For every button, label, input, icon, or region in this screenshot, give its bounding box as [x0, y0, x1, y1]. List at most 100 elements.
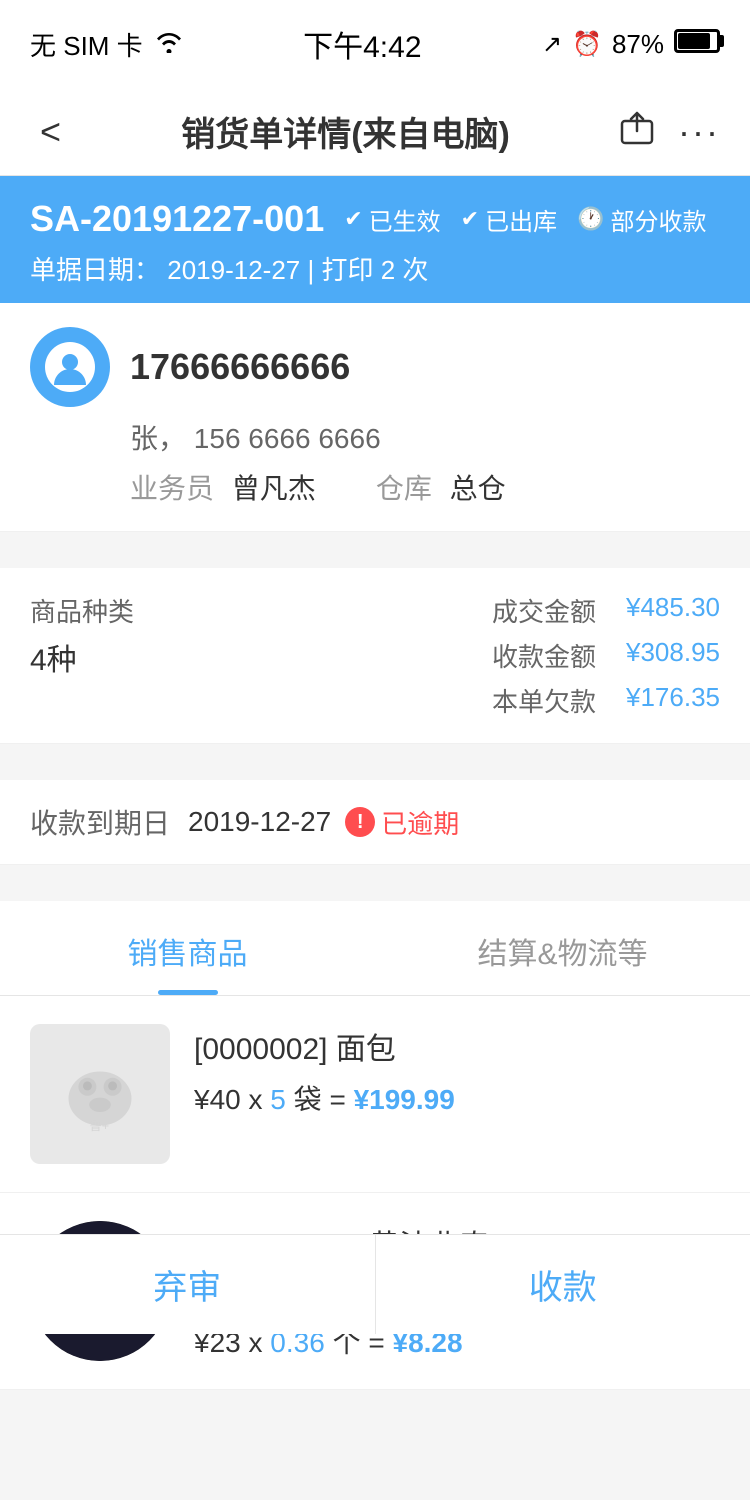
total-price-1: ¥199.99	[354, 1084, 455, 1115]
badge-shipped: ✔ 已出库	[461, 202, 557, 237]
order-date: 2019-12-27	[167, 255, 300, 285]
badge-effective-text: 已生效	[369, 202, 441, 237]
tabs-section: 销售商品 结算&物流等	[0, 901, 750, 996]
time-display: 下午4:42	[303, 22, 421, 66]
customer-phone: 17666666666	[130, 346, 350, 388]
salesperson-group: 业务员 曾凡杰	[130, 467, 316, 507]
warehouse-value: 总仓	[450, 473, 506, 504]
alarm-icon: ⏰	[572, 30, 602, 59]
avatar	[30, 327, 110, 407]
sep-1	[0, 532, 750, 550]
print-label: 打印	[321, 255, 373, 285]
print-count: 2	[381, 255, 395, 285]
equals-1: =	[329, 1084, 353, 1115]
product-title-1: 面包	[336, 1033, 396, 1066]
page-title: 销货单详情(来自电脑)	[181, 107, 510, 156]
badge-partial: 🕐 部分收款	[577, 202, 706, 237]
bottom-spacer	[0, 1390, 750, 1500]
summary-section: 商品种类 4种 成交金额 ¥485.30 收款金额 ¥308.95 本单欠款 ¥…	[0, 568, 750, 744]
customer-contact-phone: 156 6666 6666	[194, 423, 381, 454]
abandon-review-button[interactable]: 弃审	[0, 1235, 376, 1334]
svg-text:鲁+: 鲁+	[89, 1119, 109, 1133]
qty-1: 5	[270, 1084, 286, 1115]
product-info-1: [0000002] 面包 ¥40 x 5 袋 = ¥199.99	[194, 1024, 720, 1118]
base-price-1: ¥40	[194, 1084, 241, 1115]
check-icon-2: ✔	[461, 206, 479, 232]
bottom-bar: 弃审 收款	[0, 1234, 750, 1334]
product-type-count: 4种	[30, 635, 134, 679]
product-code-1: [0000002]	[194, 1033, 327, 1066]
due-date: 2019-12-27	[188, 806, 331, 838]
warehouse-group: 仓库 总仓	[376, 467, 506, 507]
battery-icon	[674, 29, 720, 60]
debt-label: 本单欠款	[492, 682, 596, 719]
debt-row: 本单欠款 ¥176.35	[492, 682, 720, 719]
share-icon[interactable]	[620, 111, 654, 153]
avatar-icon	[45, 342, 95, 392]
status-left: 无 SIM 卡	[30, 26, 183, 63]
tabs-row: 销售商品 结算&物流等	[0, 901, 750, 995]
check-icon-1: ✔	[344, 206, 362, 232]
order-id: SA-20191227-001	[30, 198, 324, 240]
customer-section: 17666666666 张， 156 6666 6666 业务员 曾凡杰 仓库 …	[0, 303, 750, 532]
overdue-badge: ! 已逾期	[345, 804, 459, 841]
tab-sales-label: 销售商品	[128, 938, 248, 971]
badge-effective: ✔ 已生效	[344, 202, 440, 237]
warehouse-label: 仓库	[376, 473, 432, 504]
customer-name-text: 张，	[130, 423, 186, 454]
collect-payment-button[interactable]: 收款	[376, 1235, 750, 1334]
customer-meta-row: 业务员 曾凡杰 仓库 总仓	[130, 467, 720, 507]
status-right: ↗ ⏰ 87%	[542, 29, 720, 60]
product-name-1: [0000002] 面包	[194, 1024, 720, 1068]
banner-row-2: 单据日期： 2019-12-27 | 打印 2 次	[30, 250, 720, 287]
list-item: 鲁+ [0000002] 面包 ¥40 x 5 袋 = ¥199.99	[0, 996, 750, 1193]
sep-3	[0, 865, 750, 883]
carrier-text: 无 SIM 卡	[30, 26, 143, 63]
date-label: 单据日期：	[30, 255, 160, 285]
unit-1: 袋	[294, 1084, 322, 1115]
salesperson-value: 曾凡杰	[232, 473, 316, 504]
due-section: 收款到期日 2019-12-27 ! 已逾期	[0, 780, 750, 865]
banner-row-1: SA-20191227-001 ✔ 已生效 ✔ 已出库 🕐 部分收款	[30, 198, 720, 240]
order-header-banner: SA-20191227-001 ✔ 已生效 ✔ 已出库 🕐 部分收款 单据日期：…	[0, 176, 750, 303]
abandon-review-label: 弃审	[153, 1260, 221, 1309]
received-label: 收款金额	[492, 637, 596, 674]
debt-value: ¥176.35	[626, 682, 720, 719]
multiply-1: x	[249, 1084, 271, 1115]
battery-percent: 87%	[612, 29, 664, 60]
summary-left: 商品种类 4种	[30, 592, 134, 679]
product-image-1: 鲁+	[30, 1024, 170, 1164]
nav-bar: < 销货单详情(来自电脑) ···	[0, 88, 750, 176]
nav-actions: ···	[620, 111, 720, 153]
deal-amount-row: 成交金额 ¥485.30	[492, 592, 720, 629]
clock-icon: 🕐	[577, 206, 604, 232]
summary-right: 成交金额 ¥485.30 收款金额 ¥308.95 本单欠款 ¥176.35	[492, 592, 720, 719]
sep-2	[0, 744, 750, 762]
status-bar: 无 SIM 卡 下午4:42 ↗ ⏰ 87%	[0, 0, 750, 88]
deal-amount-label: 成交金额	[492, 592, 596, 629]
deal-amount-value: ¥485.30	[626, 592, 720, 629]
tab-sales-products[interactable]: 销售商品	[0, 901, 375, 995]
badge-partial-text: 部分收款	[611, 202, 707, 237]
product-price-1: ¥40 x 5 袋 = ¥199.99	[194, 1078, 720, 1118]
collect-payment-label: 收款	[529, 1260, 597, 1309]
wifi-icon	[155, 29, 183, 60]
overdue-icon: !	[345, 807, 375, 837]
customer-contact: 张， 156 6666 6666	[130, 417, 720, 457]
print-unit: 次	[402, 255, 428, 285]
product-image-placeholder-1: 鲁+	[30, 1024, 170, 1164]
customer-name-row: 17666666666	[30, 327, 720, 407]
tab-settlement-label: 结算&物流等	[477, 938, 647, 971]
badge-shipped-text: 已出库	[485, 202, 557, 237]
separator: |	[307, 255, 321, 285]
received-row: 收款金额 ¥308.95	[492, 637, 720, 674]
tab-settlement[interactable]: 结算&物流等	[375, 901, 750, 995]
overdue-text: 已逾期	[381, 804, 459, 841]
back-button[interactable]: <	[30, 101, 71, 163]
received-value: ¥308.95	[626, 637, 720, 674]
product-type-label: 商品种类	[30, 592, 134, 629]
due-label: 收款到期日	[30, 802, 170, 842]
more-icon[interactable]: ···	[678, 111, 720, 153]
gps-icon: ↗	[542, 30, 562, 59]
salesperson-label: 业务员	[130, 473, 214, 504]
